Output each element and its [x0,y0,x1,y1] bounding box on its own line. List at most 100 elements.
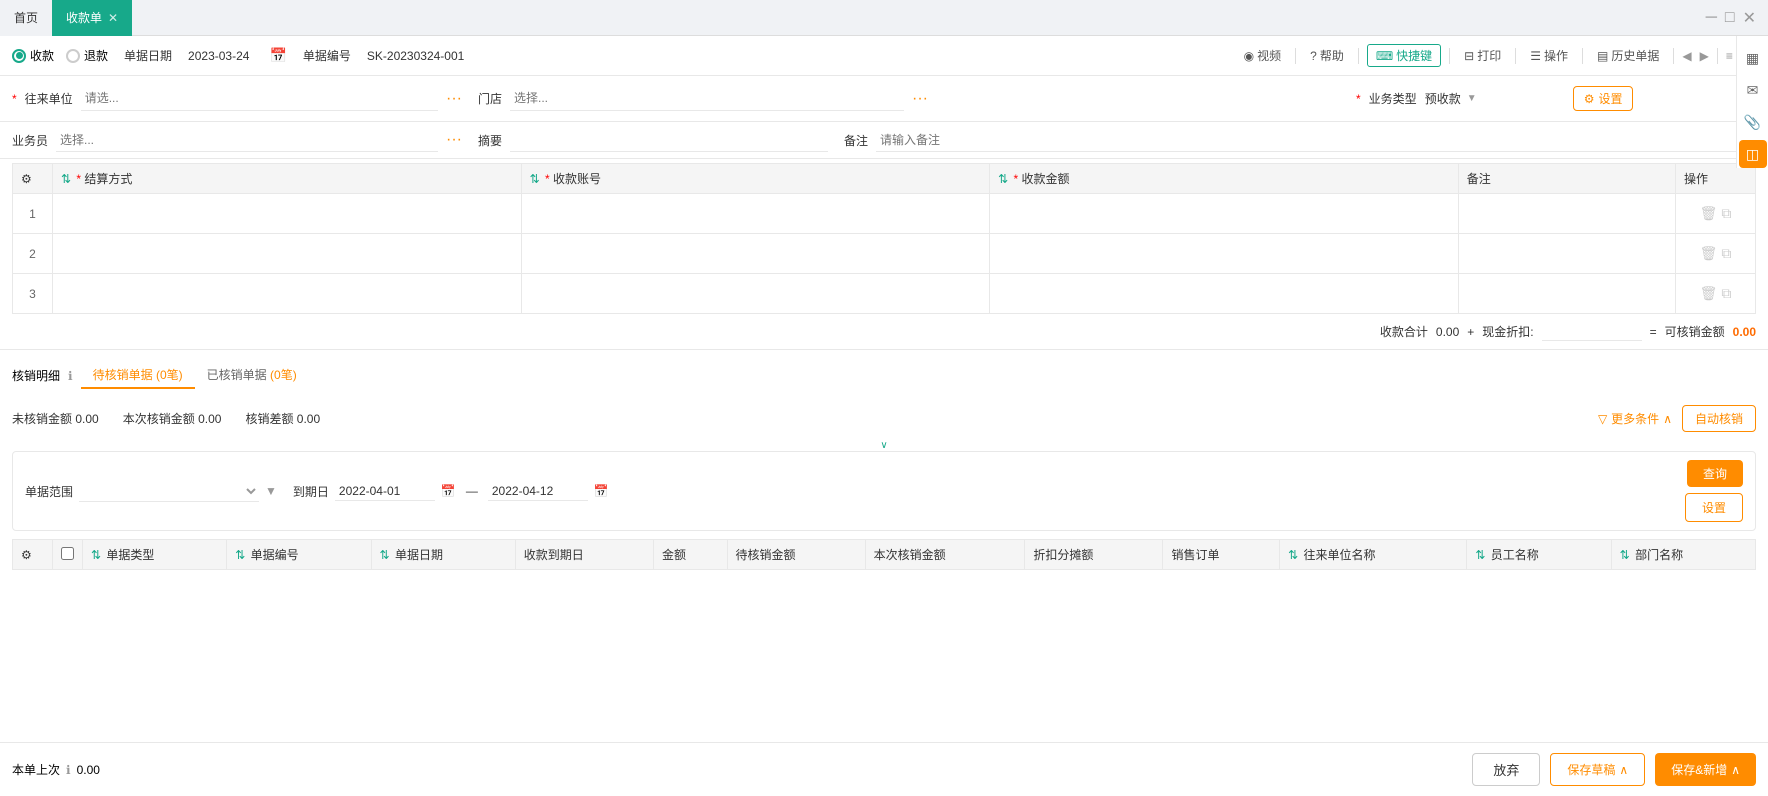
salesperson-label: 业务员 [12,132,48,149]
gear-col-header-2[interactable]: ⚙ [13,540,53,570]
select-all-checkbox[interactable] [61,547,74,560]
sort-icon-doc-type: ⇅ [91,548,101,562]
copy-row-1-icon[interactable]: ⧉ [1721,205,1731,222]
history-btn[interactable]: ▤ 历史单据 [1591,45,1665,66]
amount-cell-1[interactable] [990,194,1459,234]
window-maximize-icon[interactable]: □ [1725,9,1735,27]
copy-row-2-icon[interactable]: ⧉ [1721,245,1731,262]
this-verify-header: 本次核销金额 [865,540,1025,570]
store-more-btn[interactable]: ··· [912,91,928,107]
divider-7 [1717,48,1718,64]
amount-cell-3[interactable] [990,274,1459,314]
account-no-cell-3[interactable] [521,274,990,314]
window-close-icon[interactable]: ✕ [1743,8,1756,28]
tab-home-label: 首页 [14,9,38,26]
business-type-select[interactable]: 预收款 ▼ [1425,90,1565,107]
verify-stats: 未核销金额 0.00 本次核销金额 0.00 核销差额 0.00 ▽ 更多条件 … [12,397,1756,440]
radio-refund-label: 退款 [84,47,108,64]
operation-btn[interactable]: ☰ 操作 [1524,45,1574,66]
summary-field: 摘要 [478,128,828,152]
delete-row-1-icon[interactable]: 🗑 [1700,205,1718,222]
auto-verify-button[interactable]: 自动核销 [1682,405,1756,432]
sidebar-attach-icon[interactable]: 📎 [1739,108,1767,136]
verify-tab-done[interactable]: 已核销单据 (0笔) [195,362,309,389]
menu-icon[interactable]: ≡ [1726,49,1733,63]
delete-row-2-icon[interactable]: 🗑 [1700,245,1718,262]
payment-method-header: ⇅ * 结算方式 [53,164,522,194]
salesperson-input[interactable] [56,128,438,152]
tab-receipt[interactable]: 收款单 ✕ [52,0,132,36]
tab-close-icon[interactable]: ✕ [108,11,118,25]
payment-method-cell-2[interactable] [53,234,522,274]
range-label: 单据范围 [25,483,73,500]
bottom-info-icon[interactable]: ℹ [66,763,71,777]
sidebar-scan-icon[interactable]: ◫ [1739,140,1767,168]
more-conditions-btn[interactable]: ▽ 更多条件 ∧ [1598,410,1672,427]
video-btn[interactable]: ◉ 视频 [1238,45,1288,66]
nav-prev-icon[interactable]: ◀ [1682,49,1691,63]
expand-icon[interactable]: ∨ [12,440,1756,451]
date-from-calendar-icon[interactable]: 📅 [441,484,456,498]
range-select[interactable] [79,481,259,502]
shortcut-btn[interactable]: ⌨ 快捷键 [1367,44,1441,67]
sort-icon-employee: ⇅ [1475,548,1485,562]
bottom-info-label: 本单上次 [12,761,60,778]
nav-next-icon[interactable]: ▶ [1700,49,1709,63]
divider-4 [1515,48,1516,64]
remark-input[interactable] [876,128,1756,152]
verify-title: 核销明细 ℹ 待核销单据 (0笔) 已核销单据 (0笔) [12,362,1756,389]
settings-button[interactable]: ⚙ 设置 [1573,86,1634,111]
date-to-input[interactable] [488,482,588,501]
payment-method-cell-1[interactable] [53,194,522,234]
verify-info-icon[interactable]: ℹ [68,369,73,383]
remark-cell-3[interactable] [1458,274,1675,314]
sort-icon-counterpart: ⇅ [1288,548,1298,562]
salesperson-more-btn[interactable]: ··· [446,132,462,148]
remark-cell-1[interactable] [1458,194,1675,234]
amount-cell-2[interactable] [990,234,1459,274]
account-no-cell-1[interactable] [521,194,990,234]
payment-method-cell-3[interactable] [53,274,522,314]
account-no-cell-2[interactable] [521,234,990,274]
counterpart-more-btn[interactable]: ··· [446,91,462,107]
action-header: 操作 [1676,164,1756,194]
store-input[interactable] [510,87,904,111]
gear-col-header[interactable]: ⚙ [13,164,53,194]
remark-cell-2[interactable] [1458,234,1675,274]
department-header: ⇅ 部门名称 [1611,540,1755,570]
doc-date-header: ⇅ 单据日期 [371,540,515,570]
form-section-2: 业务员 ··· 摘要 备注 [0,122,1768,159]
business-type-chevron-icon: ▼ [1467,93,1477,104]
delete-row-3-icon[interactable]: 🗑 [1700,285,1718,302]
summary-input[interactable] [510,128,828,152]
remark-header: 备注 [1458,164,1675,194]
print-btn[interactable]: ⊟ 打印 [1458,45,1507,66]
counterpart-input[interactable] [81,87,438,111]
help-btn[interactable]: ? 帮助 [1304,45,1350,66]
save-new-button[interactable]: 保存&新增 ∧ [1655,753,1756,786]
verify-tab-pending[interactable]: 待核销单据 (0笔) [81,362,195,389]
save-draft-button[interactable]: 保存草稿 ∧ [1550,753,1645,786]
sidebar-table-icon[interactable]: ▦ [1739,44,1767,72]
discount-input[interactable] [1542,322,1642,341]
tab-home[interactable]: 首页 [0,0,52,36]
query-button[interactable]: 查询 [1687,460,1743,487]
tab-receipt-label: 收款单 [66,9,102,26]
radio-receipt[interactable]: 收款 [12,47,54,64]
date-from-input[interactable] [335,482,435,501]
date-to-calendar-icon[interactable]: 📅 [594,484,609,498]
checkbox-col-header[interactable] [53,540,83,570]
copy-row-3-icon[interactable]: ⧉ [1721,285,1731,302]
sidebar-email-icon[interactable]: ✉ [1739,76,1767,104]
filter-settings-button[interactable]: 设置 [1685,493,1743,522]
pending-count: (0笔) [156,368,183,382]
row-num-2: 2 [13,234,53,274]
top-toolbar: 收款 退款 单据日期 2023-03-24 📅 单据编号 SK-20230324… [0,36,1768,76]
radio-refund[interactable]: 退款 [66,47,108,64]
window-minimize-icon[interactable]: ─ [1706,9,1717,27]
date-calendar-icon[interactable]: 📅 [269,47,286,64]
toolbar-right: ◉ 视频 ? 帮助 ⌨ 快捷键 ⊟ 打印 ☰ 操作 [1238,44,1756,67]
abandon-button[interactable]: 放弃 [1472,753,1540,786]
history-icon: ▤ [1597,49,1608,63]
video-icon: ◉ [1244,49,1254,63]
